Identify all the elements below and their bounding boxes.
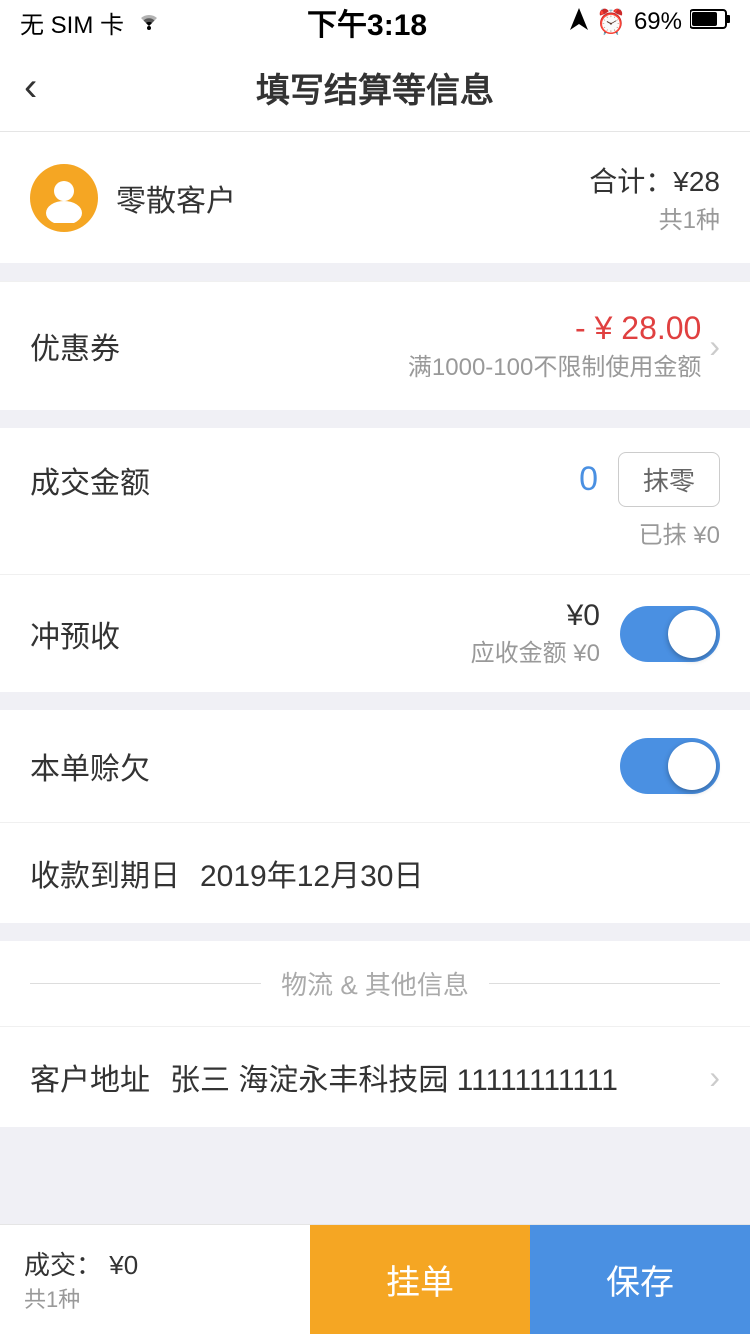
bottom-count: 共1种	[24, 1282, 286, 1314]
bottom-deal: 成交： ¥0	[24, 1245, 286, 1282]
logistics-line-left	[30, 983, 261, 984]
nav-title: 填写结算等信息	[256, 63, 494, 112]
logistics-header: 物流 & 其他信息	[0, 941, 750, 1026]
coupon-right: - ¥ 28.00 满1000-100不限制使用金额 ›	[408, 310, 720, 382]
credit-label: 本单赊欠	[30, 744, 150, 788]
address-label: 客户地址	[30, 1055, 150, 1099]
address-value: 张三 海淀永丰科技园 11111111111	[170, 1055, 709, 1099]
divider-2	[0, 410, 750, 428]
address-chevron-icon: ›	[709, 1059, 720, 1096]
bottom-deal-amount: ¥0	[109, 1250, 138, 1280]
address-row[interactable]: 客户地址 张三 海淀永丰科技园 11111111111 ›	[0, 1026, 750, 1127]
duedate-row: 收款到期日 2019年12月30日	[0, 822, 750, 923]
status-bar-left: 无 SIM 卡	[20, 5, 164, 40]
coupon-label: 优惠券	[30, 324, 120, 368]
coupon-discount: - ¥ 28.00	[408, 310, 701, 347]
divider-1	[0, 263, 750, 281]
coupon-desc: 满1000-100不限制使用金额	[408, 347, 701, 382]
credit-row: 本单赊欠	[0, 710, 750, 822]
amount-label: 成交金额	[30, 458, 150, 502]
bottom-bar: 成交： ¥0 共1种 挂单 保存	[0, 1224, 750, 1334]
back-button[interactable]: ‹	[24, 65, 37, 110]
prepay-row: 冲预收 ¥0 应收金额 ¥0	[0, 574, 750, 692]
bottom-deal-label: 成交：	[24, 1250, 102, 1280]
status-bar-time: 下午3:18	[307, 0, 427, 44]
transaction-section: 成交金额 0 抹零 已抹 ¥0 冲预收 ¥0 应收金额 ¥0	[0, 428, 750, 692]
location-icon	[570, 8, 588, 37]
user-avatar-icon	[39, 173, 89, 223]
duedate-label: 收款到期日	[30, 851, 180, 895]
customer-total: 合计：¥28 共1种	[589, 160, 720, 235]
bottom-info: 成交： ¥0 共1种	[0, 1245, 310, 1314]
customer-avatar	[30, 164, 98, 232]
total-count: 共1种	[589, 200, 720, 235]
logistics-line-right	[489, 983, 720, 984]
logistics-title: 物流 & 其他信息	[281, 965, 469, 1002]
customer-name: 零散客户	[116, 176, 236, 220]
customer-section: 零散客户 合计：¥28 共1种	[0, 132, 750, 263]
amount-right: 0 抹零	[579, 452, 720, 507]
logistics-section: 物流 & 其他信息 客户地址 张三 海淀永丰科技园 11111111111 ›	[0, 941, 750, 1127]
coupon-section: 优惠券 - ¥ 28.00 满1000-100不限制使用金额 ›	[0, 281, 750, 410]
status-bar: 无 SIM 卡 下午3:18 ⏰ 69%	[0, 0, 750, 44]
coupon-row[interactable]: 优惠券 - ¥ 28.00 满1000-100不限制使用金额 ›	[0, 281, 750, 410]
divider-3	[0, 692, 750, 710]
wifi-icon	[134, 8, 164, 37]
prepay-values: ¥0 应收金额 ¥0	[471, 599, 600, 668]
customer-row: 零散客户 合计：¥28 共1种	[0, 132, 750, 263]
total-label: 合计：¥28	[589, 160, 720, 200]
hold-button[interactable]: 挂单	[310, 1225, 530, 1334]
duedate-value: 2019年12月30日	[200, 851, 423, 895]
amount-sub: 已抹 ¥0	[0, 515, 750, 574]
credit-toggle[interactable]	[620, 738, 720, 794]
alarm-icon: ⏰	[596, 8, 626, 37]
status-bar-right: ⏰ 69%	[570, 8, 730, 37]
prepay-right: ¥0 应收金额 ¥0	[471, 599, 720, 668]
prepay-toggle[interactable]	[620, 606, 720, 662]
customer-left: 零散客户	[30, 164, 236, 232]
sim-status: 无 SIM 卡	[20, 5, 124, 40]
credit-section: 本单赊欠 收款到期日 2019年12月30日	[0, 710, 750, 923]
coupon-chevron-icon: ›	[709, 328, 720, 365]
battery-icon	[690, 8, 730, 37]
prepay-label: 冲预收	[30, 612, 120, 656]
toggle-knob	[668, 610, 716, 658]
prepay-amount: ¥0	[471, 599, 600, 633]
round-off-button[interactable]: 抹零	[618, 452, 720, 507]
divider-4	[0, 923, 750, 941]
prepay-sub: 应收金额 ¥0	[471, 633, 600, 668]
nav-bar: ‹ 填写结算等信息	[0, 44, 750, 132]
save-button[interactable]: 保存	[530, 1225, 750, 1334]
battery-percentage: 69%	[634, 8, 682, 36]
coupon-right-text: - ¥ 28.00 满1000-100不限制使用金额	[408, 310, 701, 382]
amount-value[interactable]: 0	[579, 460, 598, 499]
amount-row: 成交金额 0 抹零	[0, 428, 750, 515]
credit-toggle-knob	[668, 742, 716, 790]
